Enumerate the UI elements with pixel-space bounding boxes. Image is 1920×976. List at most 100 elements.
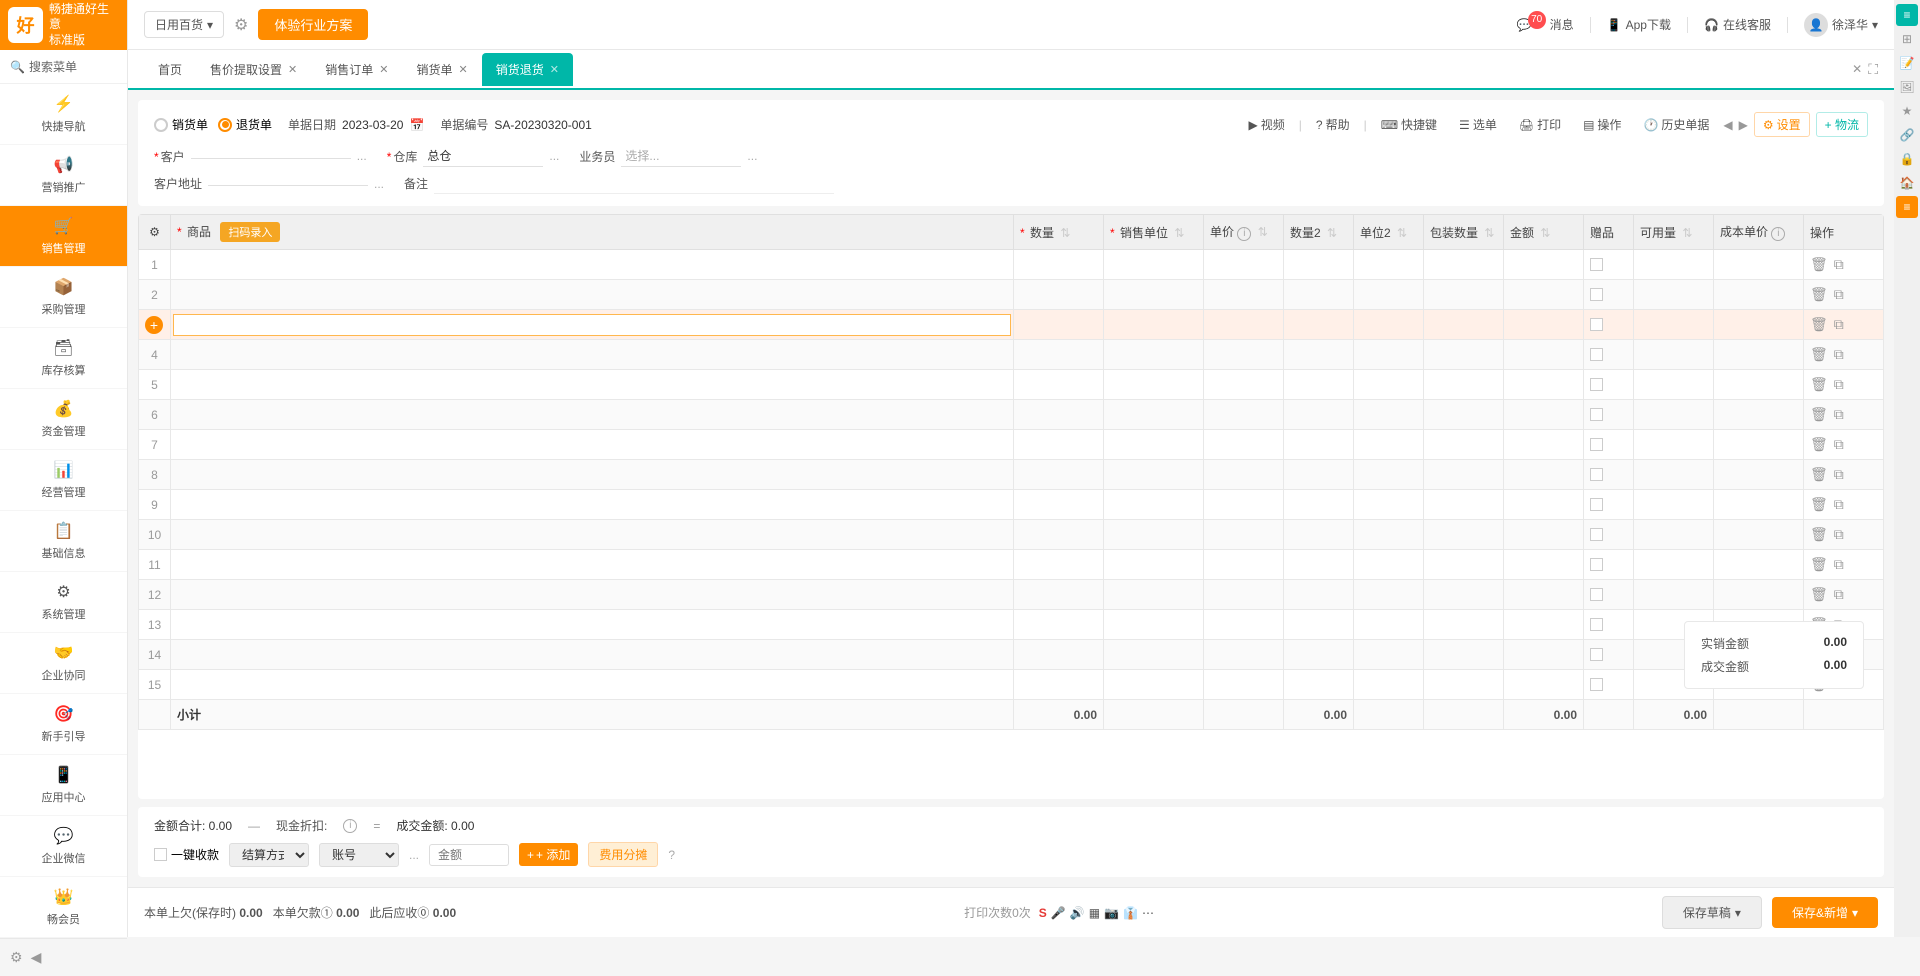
product-input-3[interactable] (173, 314, 1011, 336)
tab-sales-order-close[interactable]: ✕ (379, 63, 388, 76)
gift-checkbox-5[interactable] (1590, 378, 1603, 391)
radio-return[interactable]: 退货单 (218, 116, 272, 133)
delete-icon-4[interactable]: 🗑 (1810, 346, 1828, 363)
copy-icon-7[interactable]: ⧉ (1834, 436, 1844, 453)
cost-price-info-icon[interactable]: i (1771, 227, 1785, 241)
tab-sales-return[interactable]: 销货退货 ✕ (482, 53, 573, 86)
tab-home[interactable]: 首页 (144, 53, 196, 86)
col-gear[interactable]: ⚙ (139, 215, 171, 250)
gift-checkbox-13[interactable] (1590, 618, 1603, 631)
gift-checkbox-12[interactable] (1590, 588, 1603, 601)
one-key-pay-checkbox[interactable]: 一键收款 (154, 846, 219, 863)
prev-icon[interactable]: ◀ (1723, 118, 1732, 132)
copy-icon-12[interactable]: ⧉ (1834, 586, 1844, 603)
copy-icon-1[interactable]: ⧉ (1834, 256, 1844, 273)
sidebar-item-marketing[interactable]: 📢 营销推广 (0, 145, 127, 206)
sidebar-item-finance[interactable]: 💰 资金管理 (0, 389, 127, 450)
delete-icon-6[interactable]: 🗑 (1810, 406, 1828, 423)
tab-sales-order[interactable]: 销售订单 ✕ (311, 53, 402, 86)
right-panel-home-icon[interactable]: 🏠 (1896, 172, 1918, 194)
delete-icon-1[interactable]: 🗑 (1810, 256, 1828, 273)
unit-price-sort-icon[interactable]: ⇅ (1258, 225, 1268, 239)
sales-unit-sort-icon[interactable]: ⇅ (1174, 226, 1184, 240)
tab-sales-delivery-close[interactable]: ✕ (459, 63, 468, 76)
copy-icon-4[interactable]: ⧉ (1834, 346, 1844, 363)
amount-sort-icon[interactable]: ⇅ (1540, 226, 1550, 240)
copy-icon-8[interactable]: ⧉ (1834, 466, 1844, 483)
right-panel-grid-icon[interactable]: ⊞ (1896, 28, 1918, 50)
package-qty-sort-icon[interactable]: ⇅ (1484, 226, 1494, 240)
settings-btn[interactable]: ⚙ 设置 (1754, 112, 1810, 137)
save-new-button[interactable]: 保存&新增 ▾ (1772, 897, 1878, 928)
unit2-sort-icon[interactable]: ⇅ (1397, 226, 1407, 240)
tab-sales-return-close[interactable]: ✕ (550, 63, 559, 76)
online-service-item[interactable]: 🎧 在线客服 (1704, 16, 1771, 33)
scan-button[interactable]: 扫码录入 (220, 222, 280, 242)
account-select[interactable]: 账号 (319, 843, 399, 867)
right-panel-link-icon[interactable]: 🔗 (1896, 124, 1918, 146)
right-panel-lock-icon[interactable]: 🔒 (1896, 148, 1918, 170)
gift-checkbox-10[interactable] (1590, 528, 1603, 541)
salesperson-picker[interactable]: ... (747, 149, 757, 163)
copy-icon-5[interactable]: ⧉ (1834, 376, 1844, 393)
delete-icon-10[interactable]: 🗑 (1810, 526, 1828, 543)
delete-icon-9[interactable]: 🗑 (1810, 496, 1828, 513)
logistics-btn[interactable]: + 物流 (1816, 112, 1868, 137)
sidebar-collapse-icon[interactable]: ◀ (31, 949, 42, 966)
sidebar-item-enterprise[interactable]: 🤝 企业协同 (0, 633, 127, 694)
restore-icon[interactable]: ⛶ (1868, 61, 1878, 78)
topbar-gear-icon[interactable]: ⚙ (234, 15, 248, 35)
copy-icon-9[interactable]: ⧉ (1834, 496, 1844, 513)
copy-icon-6[interactable]: ⧉ (1834, 406, 1844, 423)
sidebar-item-basic[interactable]: 📋 基础信息 (0, 511, 127, 572)
copy-icon-10[interactable]: ⧉ (1834, 526, 1844, 543)
sidebar-item-sales[interactable]: 🛒 销售管理 (0, 206, 127, 267)
tab-price-setting[interactable]: 售价提取设置 ✕ (196, 53, 311, 86)
gift-checkbox-9[interactable] (1590, 498, 1603, 511)
category-select[interactable]: 日用百货 ▾ (144, 11, 224, 38)
right-panel-orange-icon[interactable]: ≡ (1896, 196, 1918, 218)
sidebar-item-member[interactable]: 👑 畅会员 (0, 877, 127, 938)
copy-icon-3[interactable]: ⧉ (1834, 316, 1844, 333)
copy-icon-11[interactable]: ⧉ (1834, 556, 1844, 573)
fee-split-button[interactable]: 费用分摊 (588, 842, 658, 867)
gift-checkbox-15[interactable] (1590, 678, 1603, 691)
quantity2-sort-icon[interactable]: ⇅ (1327, 226, 1337, 240)
sidebar-item-inventory[interactable]: 🗃 库存核算 (0, 328, 127, 389)
sidebar-item-apps[interactable]: 📱 应用中心 (0, 755, 127, 816)
available-sort-icon[interactable]: ⇅ (1682, 226, 1692, 240)
add-payment-button[interactable]: + + 添加 (519, 843, 578, 866)
right-panel-list-icon[interactable]: ≡ (1896, 4, 1918, 26)
search-menu[interactable]: 🔍 搜索菜单 (0, 50, 127, 84)
calendar-icon[interactable]: 📅 (409, 118, 424, 132)
close-all-icon[interactable]: ✕ (1852, 62, 1862, 76)
remark-input[interactable] (434, 173, 834, 194)
sidebar-settings-icon[interactable]: ⚙ (10, 949, 23, 966)
sidebar-item-operations[interactable]: 📊 经营管理 (0, 450, 127, 511)
settlement-select[interactable]: 结算方式 (229, 843, 309, 867)
delete-icon-11[interactable]: 🗑 (1810, 556, 1828, 573)
sidebar-item-wechat[interactable]: 💬 企业微信 (0, 816, 127, 877)
history-btn[interactable]: 🕐 历史单据 (1635, 113, 1717, 136)
select-btn[interactable]: ☰ 选单 (1451, 113, 1505, 136)
quantity-sort-icon[interactable]: ⇅ (1060, 226, 1070, 240)
radio-shipper[interactable]: 销货单 (154, 116, 208, 133)
warehouse-picker[interactable]: ... (549, 149, 559, 163)
copy-icon-2[interactable]: ⧉ (1834, 286, 1844, 303)
gift-checkbox-14[interactable] (1590, 648, 1603, 661)
gift-checkbox-3[interactable] (1590, 318, 1603, 331)
delete-icon-12[interactable]: 🗑 (1810, 586, 1828, 603)
delete-icon-5[interactable]: 🗑 (1810, 376, 1828, 393)
sidebar-item-quicknav[interactable]: ⚡ 快捷导航 (0, 84, 127, 145)
gift-checkbox-4[interactable] (1590, 348, 1603, 361)
app-download-item[interactable]: 📱 App下载 (1607, 16, 1671, 33)
gift-checkbox-7[interactable] (1590, 438, 1603, 451)
amount-input[interactable] (429, 844, 509, 866)
add-row-button[interactable]: + (145, 316, 163, 334)
gift-checkbox-1[interactable] (1590, 258, 1603, 271)
gear-col-icon[interactable]: ⚙ (149, 225, 160, 239)
sidebar-item-guide[interactable]: 🎯 新手引导 (0, 694, 127, 755)
gift-checkbox-11[interactable] (1590, 558, 1603, 571)
user-item[interactable]: 👤 徐泽华 ▾ (1804, 13, 1878, 37)
right-panel-star-icon[interactable]: ★ (1896, 100, 1918, 122)
